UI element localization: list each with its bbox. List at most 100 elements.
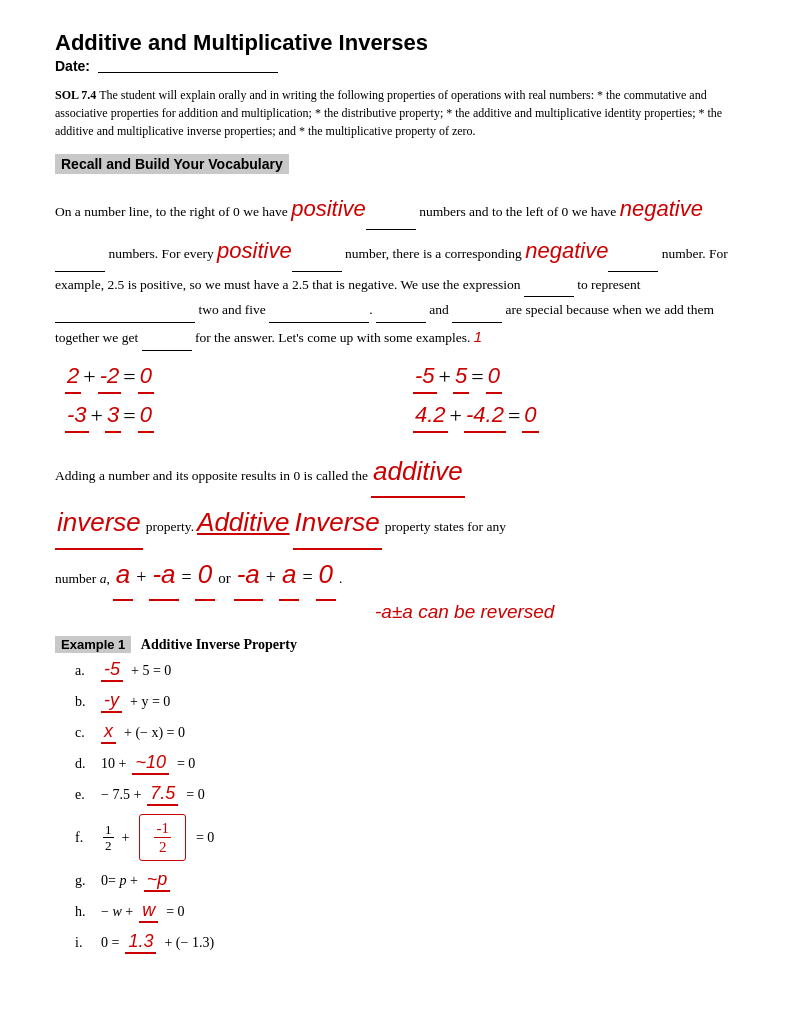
- ex-i-blank: 1.3: [125, 931, 156, 954]
- additive-plus1: +: [136, 560, 146, 594]
- ex-f-bracket: -1 2: [139, 814, 186, 861]
- additive-line1: Adding a number and its opposite results…: [55, 447, 741, 498]
- additive-plus2: +: [266, 560, 276, 594]
- additive-section: Adding a number and its opposite results…: [55, 447, 741, 601]
- additive-hw5: a: [113, 550, 133, 601]
- p1-text1: On a number line, to the right of 0 we h…: [55, 204, 291, 219]
- additive-hw2: inverse: [55, 498, 143, 549]
- ex3-ans: 0: [486, 361, 502, 394]
- exercise-i: i. 0 = 1.3 + (− 1.3): [75, 931, 741, 954]
- p1-text11: for the answer. Let's come up with some …: [192, 330, 474, 345]
- ex1-left: 2: [65, 361, 81, 394]
- ex1-right: -2: [98, 361, 122, 394]
- ex-e-label: e.: [75, 787, 95, 803]
- ex-h-blank: w: [139, 900, 158, 923]
- ex-d-blank: ~10: [132, 752, 169, 775]
- ex4-right: -4.2: [464, 400, 506, 433]
- additive-line2: inverse property. Additive Inverse prope…: [55, 498, 741, 549]
- additive-text2: property.: [146, 514, 194, 540]
- exercise-h: h. − w + w = 0: [75, 900, 741, 923]
- ex-f-text: = 0: [196, 830, 214, 846]
- blank10: [142, 335, 192, 351]
- ex-d-text: = 0: [177, 756, 195, 772]
- exercise-b: b. -y + y = 0: [75, 690, 741, 713]
- ex-g-label: g.: [75, 873, 95, 889]
- additive-text3: property states for any: [385, 514, 506, 540]
- exercise-d: d. 10 + ~10 = 0: [75, 752, 741, 775]
- exercise-a: a. -5 + 5 = 0: [75, 659, 741, 682]
- additive-hw4: Inverse: [293, 498, 382, 549]
- blank4: [608, 256, 658, 272]
- ex-a-text: + 5 = 0: [131, 663, 171, 679]
- vocabulary-paragraph: On a number line, to the right of 0 we h…: [55, 188, 741, 351]
- ex3-right: 5: [453, 361, 469, 394]
- blank7: [269, 307, 369, 323]
- date-underline: [98, 59, 278, 73]
- p1-text9: and: [426, 302, 452, 317]
- additive-hw8: -a: [234, 550, 263, 601]
- ex2-left: -3: [65, 400, 89, 433]
- note-1: 1: [474, 328, 482, 345]
- blank8: [376, 307, 426, 323]
- ex4-eq: =: [508, 401, 520, 432]
- ex1-ans: 0: [138, 361, 154, 394]
- additive-hw1: additive: [371, 447, 465, 498]
- additive-hw6: -a: [149, 550, 178, 601]
- ex-f-hw-fraction: -1 2: [154, 819, 171, 856]
- exercise-f: f. 1 2 + -1 2 = 0: [75, 814, 741, 861]
- ex-a-label: a.: [75, 663, 95, 679]
- ex4-left: 4.2: [413, 400, 448, 433]
- p1-text3: numbers. For every: [105, 246, 217, 261]
- additive-eq2: =: [302, 560, 312, 594]
- ex2-op: +: [91, 401, 103, 432]
- example-row-4: 4.2 + -4.2 = 0: [413, 400, 741, 433]
- p1-text2: numbers and to the left of 0 we have: [416, 204, 620, 219]
- example-col-right: -5 + 5 = 0 4.2 + -4.2 = 0: [413, 361, 741, 433]
- page-title: Additive and Multiplicative Inverses: [55, 30, 741, 56]
- exercise-e: e. − 7.5 + 7.5 = 0: [75, 783, 741, 806]
- p1-fill-positive2: positive: [217, 238, 292, 263]
- additive-or: or: [218, 564, 231, 593]
- ex-f-fraction: 1 2: [103, 822, 114, 854]
- ex-c-label: c.: [75, 725, 95, 741]
- additive-text4: number a,: [55, 566, 110, 592]
- example-row-3: -5 + 5 = 0: [413, 361, 741, 394]
- ex3-op: +: [439, 362, 451, 393]
- ex2-right: 3: [105, 400, 121, 433]
- p1-text7: two and five: [195, 302, 269, 317]
- blank2: [55, 256, 105, 272]
- p1-fill-negative: negative: [620, 196, 703, 221]
- example1-title: Additive Inverse Property: [141, 637, 297, 652]
- example1-section: Example 1 Additive Inverse Property: [55, 637, 741, 653]
- additive-hw9: a: [279, 550, 299, 601]
- ex1-eq: =: [123, 362, 135, 393]
- ex-d-prefix: 10 +: [101, 756, 126, 772]
- ex-c-text: + (− x) = 0: [124, 725, 185, 741]
- ex4-op: +: [450, 401, 462, 432]
- ex2-ans: 0: [138, 400, 154, 433]
- exercise-c: c. x + (− x) = 0: [75, 721, 741, 744]
- additive-hw3: Additive: [197, 498, 290, 547]
- ex2-eq: =: [123, 401, 135, 432]
- date-line: Date:: [55, 58, 741, 74]
- ex-f-label: f.: [75, 830, 95, 846]
- additive-line3: number a, a + -a = 0 or -a + a = 0 .: [55, 550, 741, 601]
- ex-a-blank: -5: [101, 659, 123, 682]
- ex-e-blank: 7.5: [147, 783, 178, 806]
- ex3-eq: =: [471, 362, 483, 393]
- p1-fill-positive: positive: [291, 196, 366, 221]
- exercise-list: a. -5 + 5 = 0 b. -y + y = 0 c. x + (− x)…: [55, 659, 741, 954]
- example1-label: Example 1: [55, 636, 131, 653]
- p1-text8: .: [369, 302, 376, 317]
- blank5: [524, 281, 574, 297]
- ex-b-blank: -y: [101, 690, 122, 713]
- blank6: [55, 307, 195, 323]
- ex-i-label: i.: [75, 935, 95, 951]
- example-row-1: 2 + -2 = 0: [65, 361, 393, 394]
- exercise-g: g. 0= p + ~p: [75, 869, 741, 892]
- ex-b-label: b.: [75, 694, 95, 710]
- ex-e-text: = 0: [186, 787, 204, 803]
- p1-text4: number, there is a corresponding: [342, 246, 526, 261]
- blank9: [452, 307, 502, 323]
- additive-period: .: [339, 566, 342, 592]
